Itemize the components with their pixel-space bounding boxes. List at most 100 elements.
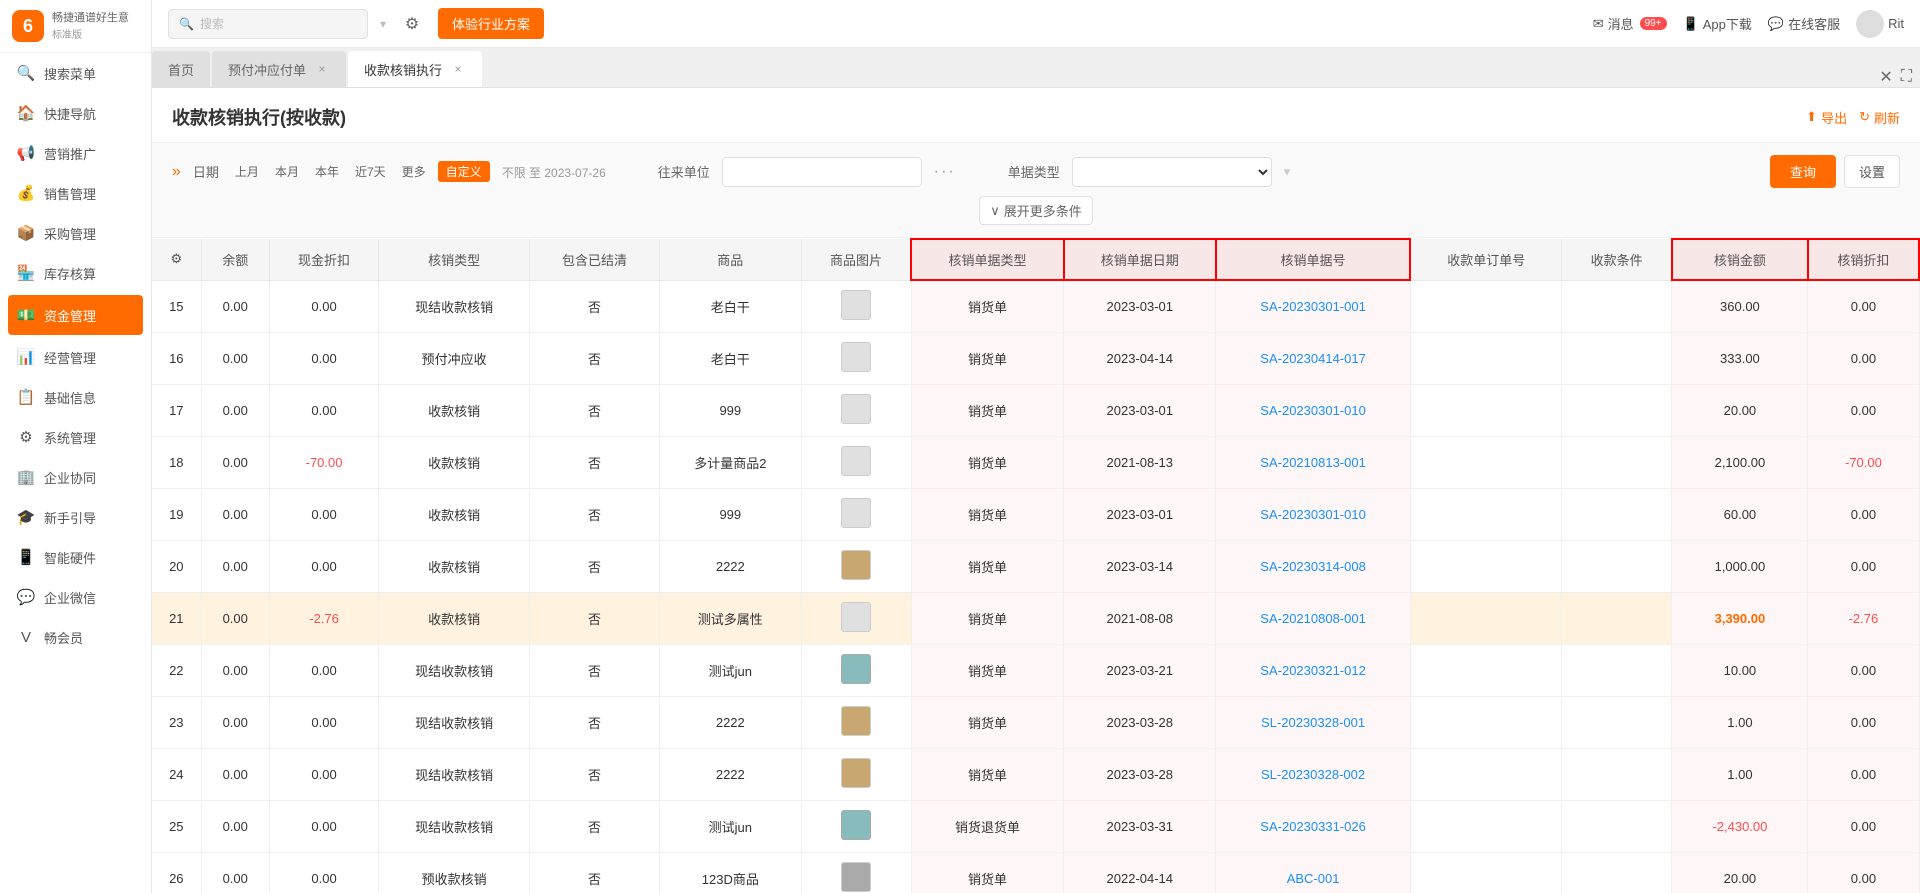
link-row-bill-no[interactable]: SA-20230314-008 xyxy=(1260,559,1366,574)
row-bill-no[interactable]: SA-20230301-010 xyxy=(1216,384,1410,436)
link-row-bill-no[interactable]: ABC-001 xyxy=(1287,871,1340,886)
tab-receive[interactable]: 收款核销执行× xyxy=(348,51,482,87)
sidebar-item-stock[interactable]: 🏪库存核算 xyxy=(0,253,151,293)
row-bill-no[interactable]: SA-20230314-008 xyxy=(1216,540,1410,592)
row-bill-no[interactable]: SA-20210808-001 xyxy=(1216,592,1410,644)
link-row-bill-no[interactable]: SL-20230328-002 xyxy=(1261,767,1365,782)
row-cash-discount: 0.00 xyxy=(269,384,378,436)
tab-prepay[interactable]: 预付冲应付单× xyxy=(212,51,346,87)
row-receipt-order xyxy=(1410,696,1561,748)
date-this-month[interactable]: 本月 xyxy=(271,161,303,182)
date-custom-btn[interactable]: 自定义 xyxy=(438,161,490,182)
row-receipt-order xyxy=(1410,488,1561,540)
partner-input[interactable] xyxy=(722,157,922,187)
maximize-icon[interactable]: ⛶ xyxy=(1901,68,1912,86)
link-row-bill-no[interactable]: SA-20230321-012 xyxy=(1260,663,1366,678)
row-bill-no[interactable]: SA-20230301-010 xyxy=(1216,488,1410,540)
row-bill-no[interactable]: SL-20230328-002 xyxy=(1216,748,1410,800)
row-bill-no[interactable]: SL-20230328-001 xyxy=(1216,696,1410,748)
row-verify-type: 收款核销 xyxy=(379,592,530,644)
sidebar-item-member[interactable]: V畅会员 xyxy=(0,617,151,657)
export-button[interactable]: ⬆导出 xyxy=(1806,108,1847,127)
close-tab-icon[interactable]: ✕ xyxy=(1879,67,1892,87)
expand-more-btn[interactable]: ∨ 展开更多条件 xyxy=(979,196,1093,225)
page-actions: ⬆导出 ↻刷新 xyxy=(1806,108,1900,127)
row-num: 25 xyxy=(152,800,201,852)
sidebar: 6 畅捷通谱好生意 标准版 🔍搜索菜单🏠快捷导航📢营销推广💰销售管理📦采购管理🏪… xyxy=(0,0,152,893)
row-verify-discount: -70.00 xyxy=(1808,436,1919,488)
sidebar-item-guide[interactable]: 🎓新手引导 xyxy=(0,497,151,537)
row-cash-discount: -70.00 xyxy=(269,436,378,488)
row-bill-date: 2023-03-28 xyxy=(1064,748,1216,800)
messages-button[interactable]: ✉ 消息 99+ xyxy=(1593,14,1667,33)
sidebar-item-system[interactable]: ⚙系统管理 xyxy=(0,417,151,457)
filter-collapse-icon[interactable]: » xyxy=(172,163,181,181)
link-row-bill-no[interactable]: SL-20230328-001 xyxy=(1261,715,1365,730)
row-verify-type: 预收款核销 xyxy=(379,852,530,893)
row-balance: 0.00 xyxy=(201,540,269,592)
sidebar-item-search[interactable]: 🔍搜索菜单 xyxy=(0,53,151,93)
link-row-bill-no[interactable]: SA-20230414-017 xyxy=(1260,351,1366,366)
main-area: 🔍 搜索 ▾ ⚙ 体验行业方案 ✉ 消息 99+ 📱 App下载 💬 在线客服 … xyxy=(152,0,1920,893)
link-row-bill-no[interactable]: SA-20230331-026 xyxy=(1260,819,1366,834)
link-row-bill-no[interactable]: SA-20210808-001 xyxy=(1260,611,1366,626)
topbar-gear-icon[interactable]: ⚙ xyxy=(398,10,426,38)
tab-close-prepay[interactable]: × xyxy=(314,61,330,77)
date-last-7days[interactable]: 近7天 xyxy=(351,161,390,182)
row-receipt-condition xyxy=(1562,696,1672,748)
partner-dots[interactable]: ··· xyxy=(934,163,956,181)
tab-close-receive[interactable]: × xyxy=(450,61,466,77)
row-goods: 老白干 xyxy=(660,332,802,384)
sidebar-item-fund[interactable]: 💵资金管理 xyxy=(8,295,143,335)
row-verify-type: 现结收款核销 xyxy=(379,748,530,800)
sidebar-item-operation[interactable]: 📊经营管理 xyxy=(0,337,151,377)
row-goods-img xyxy=(801,384,911,436)
link-row-bill-no[interactable]: SA-20230301-010 xyxy=(1260,403,1366,418)
refresh-button[interactable]: ↻刷新 xyxy=(1859,108,1900,127)
row-bill-no[interactable]: SA-20230414-017 xyxy=(1216,332,1410,384)
link-row-bill-no[interactable]: SA-20230301-001 xyxy=(1260,299,1366,314)
row-include-settled: 否 xyxy=(529,540,659,592)
topbar-search-box[interactable]: 🔍 搜索 xyxy=(168,9,368,39)
query-button[interactable]: 查询 xyxy=(1770,155,1836,188)
row-bill-date: 2021-08-08 xyxy=(1064,592,1216,644)
row-bill-date: 2023-03-28 xyxy=(1064,696,1216,748)
row-bill-no[interactable]: SA-20230331-026 xyxy=(1216,800,1410,852)
row-goods: 2222 xyxy=(660,540,802,592)
row-bill-type: 销货单 xyxy=(911,488,1063,540)
corp-icon: 🏢 xyxy=(16,467,36,487)
row-verify-amount: 333.00 xyxy=(1672,332,1808,384)
bill-type-select[interactable] xyxy=(1072,157,1272,187)
sidebar-item-purchase[interactable]: 📦采购管理 xyxy=(0,213,151,253)
app-name: 畅捷通谱好生意 xyxy=(52,11,129,25)
row-goods: 测试多属性 xyxy=(660,592,802,644)
row-bill-no[interactable]: SA-20210813-001 xyxy=(1216,436,1410,488)
setting-button[interactable]: 设置 xyxy=(1844,155,1900,188)
app-download-button[interactable]: 📱 App下载 xyxy=(1683,14,1752,33)
sidebar-item-corp[interactable]: 🏢企业协同 xyxy=(0,457,151,497)
row-bill-type: 销货单 xyxy=(911,332,1063,384)
sidebar-item-wechat[interactable]: 💬企业微信 xyxy=(0,577,151,617)
tab-home[interactable]: 首页 xyxy=(152,51,210,87)
row-receipt-condition xyxy=(1562,436,1672,488)
sidebar-item-shortcut[interactable]: 🏠快捷导航 xyxy=(0,93,151,133)
row-bill-no[interactable]: ABC-001 xyxy=(1216,852,1410,893)
sidebar-item-hardware[interactable]: 📱智能硬件 xyxy=(0,537,151,577)
row-bill-no[interactable]: SA-20230301-001 xyxy=(1216,280,1410,332)
row-verify-discount: -2.76 xyxy=(1808,592,1919,644)
link-row-bill-no[interactable]: SA-20210813-001 xyxy=(1260,455,1366,470)
link-row-bill-no[interactable]: SA-20230301-010 xyxy=(1260,507,1366,522)
sidebar-item-basic[interactable]: 📋基础信息 xyxy=(0,377,151,417)
row-verify-amount: 1.00 xyxy=(1672,748,1808,800)
online-service-button[interactable]: 💬 在线客服 xyxy=(1768,14,1840,33)
row-verify-amount: 20.00 xyxy=(1672,852,1808,893)
user-profile[interactable]: Rit xyxy=(1856,10,1904,38)
row-bill-type: 销货单 xyxy=(911,748,1063,800)
solution-button[interactable]: 体验行业方案 xyxy=(438,8,544,39)
date-more[interactable]: 更多 xyxy=(398,161,430,182)
sidebar-item-sales[interactable]: 💰销售管理 xyxy=(0,173,151,213)
date-last-month[interactable]: 上月 xyxy=(231,161,263,182)
row-bill-no[interactable]: SA-20230321-012 xyxy=(1216,644,1410,696)
sidebar-item-marketing[interactable]: 📢营销推广 xyxy=(0,133,151,173)
date-this-year[interactable]: 本年 xyxy=(311,161,343,182)
